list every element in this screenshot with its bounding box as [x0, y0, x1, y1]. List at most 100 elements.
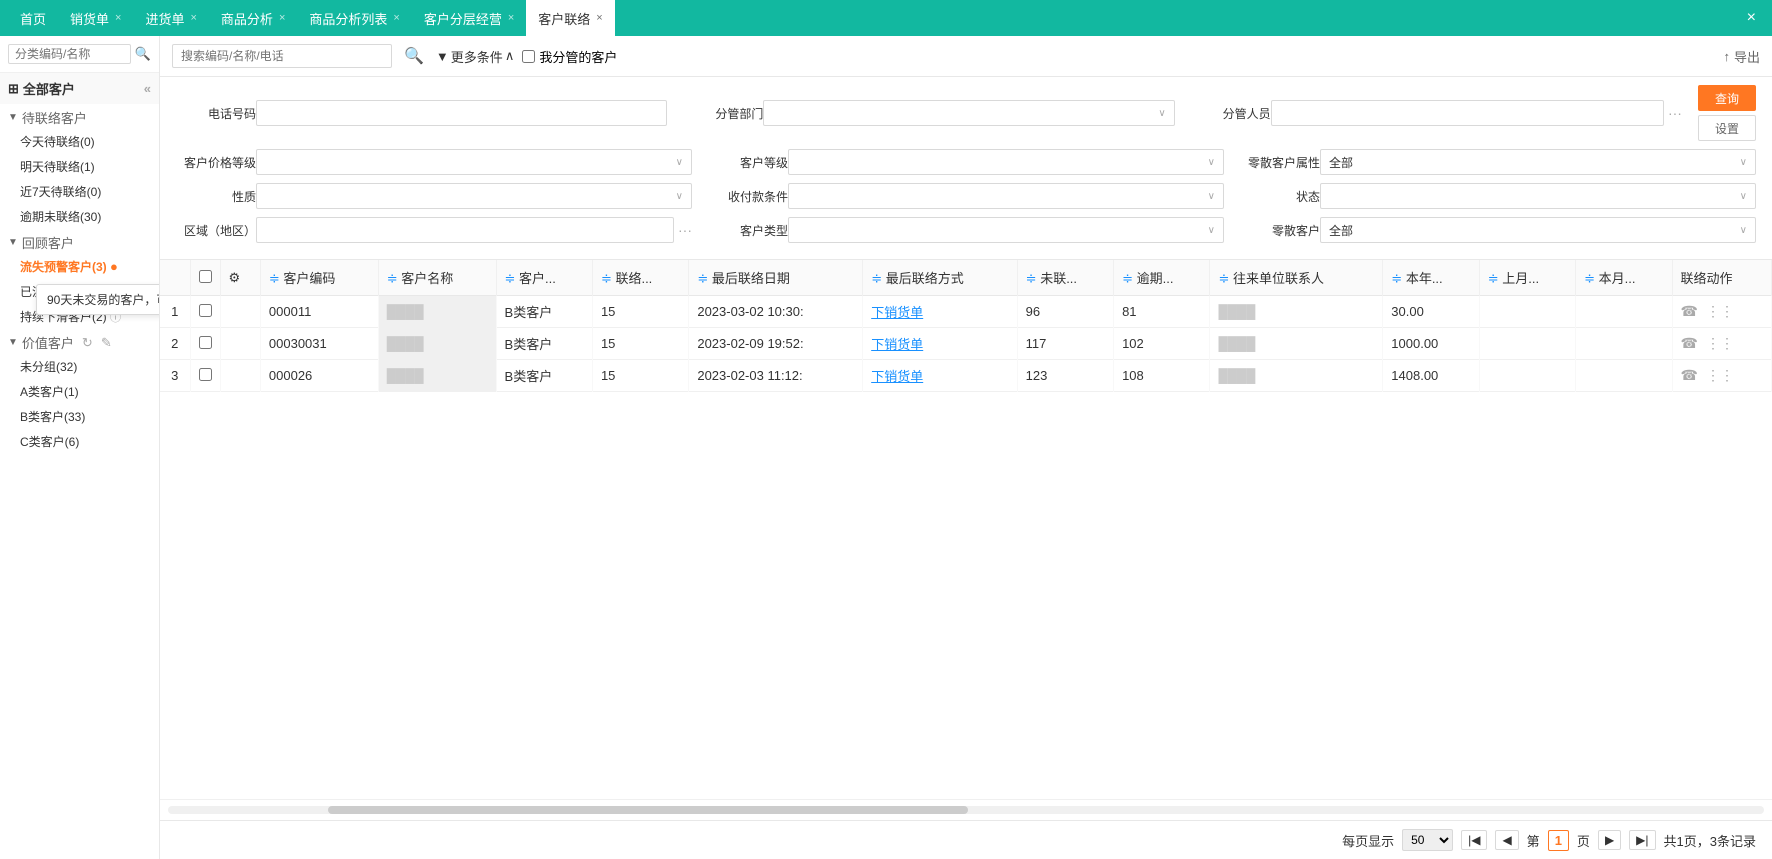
th-last-month[interactable]: ≑ 上月... — [1479, 260, 1575, 296]
sidebar-item-churn-warning[interactable]: 流失预警客户(3) ● — [0, 254, 159, 279]
th-last-contact-date[interactable]: ≑ 最后联络日期 — [689, 260, 863, 296]
scrollbar-thumb[interactable] — [328, 806, 968, 814]
customer-type-select[interactable]: ∨ — [788, 217, 1224, 243]
prev-page-button[interactable]: ◀ — [1495, 830, 1518, 850]
more-conditions-button[interactable]: ▼ 更多条件 ∧ — [436, 47, 514, 66]
close-icon[interactable]: × — [115, 12, 121, 24]
sidebar-item-tomorrow-contact[interactable]: 明天待联络(1) — [0, 154, 159, 179]
gender-select[interactable]: ∨ — [256, 183, 692, 209]
retail-select[interactable]: 全部 ∨ — [1320, 217, 1756, 243]
th-this-month[interactable]: ≑ 本月... — [1576, 260, 1672, 296]
last-contact-method-cell[interactable]: 下销货单 — [863, 328, 1017, 360]
sidebar-item-class-a[interactable]: A类客户(1) — [0, 379, 159, 404]
row-checkbox-cell[interactable] — [190, 360, 220, 392]
tab-home[interactable]: 首页 — [8, 0, 58, 36]
action-cell[interactable]: ☎ ⋮⋮ — [1672, 360, 1771, 392]
grid-icon: ⊞ — [8, 81, 19, 97]
chevron-down-icon: ∨ — [1740, 225, 1747, 236]
th-contact[interactable]: ≑ 联络... — [592, 260, 688, 296]
manager-select[interactable] — [1271, 100, 1664, 126]
query-button[interactable]: 查询 — [1698, 85, 1756, 111]
tab-customer-tier[interactable]: 客户分层经营 × — [412, 0, 526, 36]
phone-input[interactable] — [256, 100, 667, 126]
th-unit-contact[interactable]: ≑ 往来单位联系人 — [1210, 260, 1383, 296]
row-checkbox[interactable] — [199, 304, 212, 317]
close-icon[interactable]: × — [508, 12, 514, 24]
region-select[interactable] — [256, 217, 674, 243]
unit-contact-cell: ████ — [1210, 360, 1383, 392]
tab-sales-order[interactable]: 销货单 × — [58, 0, 133, 36]
th-this-year[interactable]: ≑ 本年... — [1383, 260, 1479, 296]
export-button[interactable]: ↑ 导出 — [1723, 47, 1760, 66]
sidebar-item-week-contact[interactable]: 近7天待联络(0) — [0, 179, 159, 204]
more-actions-icon[interactable]: ⋮⋮ — [1706, 303, 1734, 320]
per-page-select[interactable]: 50 100 200 — [1402, 829, 1453, 851]
th-overdue[interactable]: ≑ 逾期... — [1114, 260, 1210, 296]
th-customer-level[interactable]: ≑ 客户... — [496, 260, 592, 296]
search-input[interactable] — [172, 44, 392, 68]
credit-attr-select[interactable]: 全部 ∨ — [1320, 149, 1756, 175]
last-contact-method-cell[interactable]: 下销货单 — [863, 360, 1017, 392]
tab-product-analysis-list[interactable]: 商品分析列表 × — [297, 0, 411, 36]
customer-level-select[interactable]: ∨ — [788, 149, 1224, 175]
select-all-checkbox[interactable] — [199, 270, 212, 283]
sidebar-item-class-c[interactable]: C类客户(6) — [0, 429, 159, 454]
payment-terms-select[interactable]: ∨ — [788, 183, 1224, 209]
call-icon[interactable]: ☎ — [1681, 303, 1698, 320]
action-cell[interactable]: ☎ ⋮⋮ — [1672, 328, 1771, 360]
tab-customer-contact[interactable]: 客户联络 × — [526, 0, 614, 36]
call-icon[interactable]: ☎ — [1681, 367, 1698, 384]
close-icon[interactable]: × — [190, 12, 196, 24]
pagination-bar: 每页显示 50 100 200 |◀ ◀ 第 1 页 ▶ ▶| 共1页，3条记录 — [160, 820, 1772, 859]
refresh-icon[interactable]: ↻ — [82, 335, 93, 351]
my-customers-checkbox[interactable]: 我分管的客户 — [522, 47, 617, 66]
tab-purchase-order[interactable]: 进货单 × — [133, 0, 208, 36]
row-checkbox-cell[interactable] — [190, 328, 220, 360]
section-review-customers[interactable]: ▼ 回顾客户 — [0, 229, 159, 254]
action-cell[interactable]: ☎ ⋮⋮ — [1672, 296, 1771, 328]
window-close-button[interactable]: × — [1739, 9, 1764, 27]
last-page-button[interactable]: ▶| — [1629, 830, 1655, 850]
last-contact-method-cell[interactable]: 下销货单 — [863, 296, 1017, 328]
close-icon[interactable]: × — [393, 12, 399, 24]
sort-icon: ≑ — [269, 271, 280, 286]
sidebar-item-overdue-contact[interactable]: 逾期未联络(30) — [0, 204, 159, 229]
section-value-customers[interactable]: ▼ 价值客户 ↻ ✎ — [0, 329, 159, 354]
tab-product-analysis[interactable]: 商品分析 × — [209, 0, 297, 36]
sidebar-item-today-contact[interactable]: 今天待联络(0) — [0, 129, 159, 154]
th-no-contact[interactable]: ≑ 未联... — [1017, 260, 1113, 296]
settings-button[interactable]: 设置 — [1698, 115, 1756, 141]
more-actions-icon[interactable]: ⋮⋮ — [1706, 367, 1734, 384]
next-page-button[interactable]: ▶ — [1598, 830, 1621, 850]
th-last-contact-method[interactable]: ≑ 最后联络方式 — [863, 260, 1017, 296]
close-icon[interactable]: × — [279, 12, 285, 24]
th-customer-name[interactable]: ≑ 客户名称 — [378, 260, 496, 296]
row-checkbox[interactable] — [199, 336, 212, 349]
search-button[interactable]: 🔍 — [400, 46, 428, 66]
row-checkbox[interactable] — [199, 368, 212, 381]
more-icon[interactable]: ··· — [678, 222, 692, 238]
th-customer-code[interactable]: ≑ 客户编码 — [260, 260, 378, 296]
filter-row-1: 电话号码 分管部门 ∨ 分管人员 ··· — [176, 85, 1756, 141]
edit-icon[interactable]: ✎ — [101, 335, 112, 351]
close-icon[interactable]: × — [596, 12, 602, 24]
department-select[interactable]: ∨ — [763, 100, 1174, 126]
more-actions-icon[interactable]: ⋮⋮ — [1706, 335, 1734, 352]
sidebar-item-class-b[interactable]: B类客户(33) — [0, 404, 159, 429]
last-contact-date-cell: 2023-02-09 19:52: — [689, 328, 863, 360]
more-icon[interactable]: ··· — [1668, 105, 1682, 121]
price-level-select[interactable]: ∨ — [256, 149, 692, 175]
call-icon[interactable]: ☎ — [1681, 335, 1698, 352]
first-page-button[interactable]: |◀ — [1461, 830, 1487, 850]
section-pending-contact[interactable]: ▼ 待联络客户 — [0, 104, 159, 129]
row-checkbox-cell[interactable] — [190, 296, 220, 328]
horizontal-scrollbar[interactable] — [168, 806, 1764, 814]
all-customers-header[interactable]: ⊞ 全部客户 « — [0, 73, 159, 104]
th-settings[interactable]: ⚙ — [220, 260, 260, 296]
collapse-icon[interactable]: « — [144, 81, 151, 96]
status-select[interactable]: ∨ — [1320, 183, 1756, 209]
category-search-input[interactable] — [8, 44, 131, 64]
sidebar-item-unclassified[interactable]: 未分组(32) — [0, 354, 159, 379]
contact-count-cell: 15 — [592, 296, 688, 328]
th-checkbox[interactable] — [190, 260, 220, 296]
